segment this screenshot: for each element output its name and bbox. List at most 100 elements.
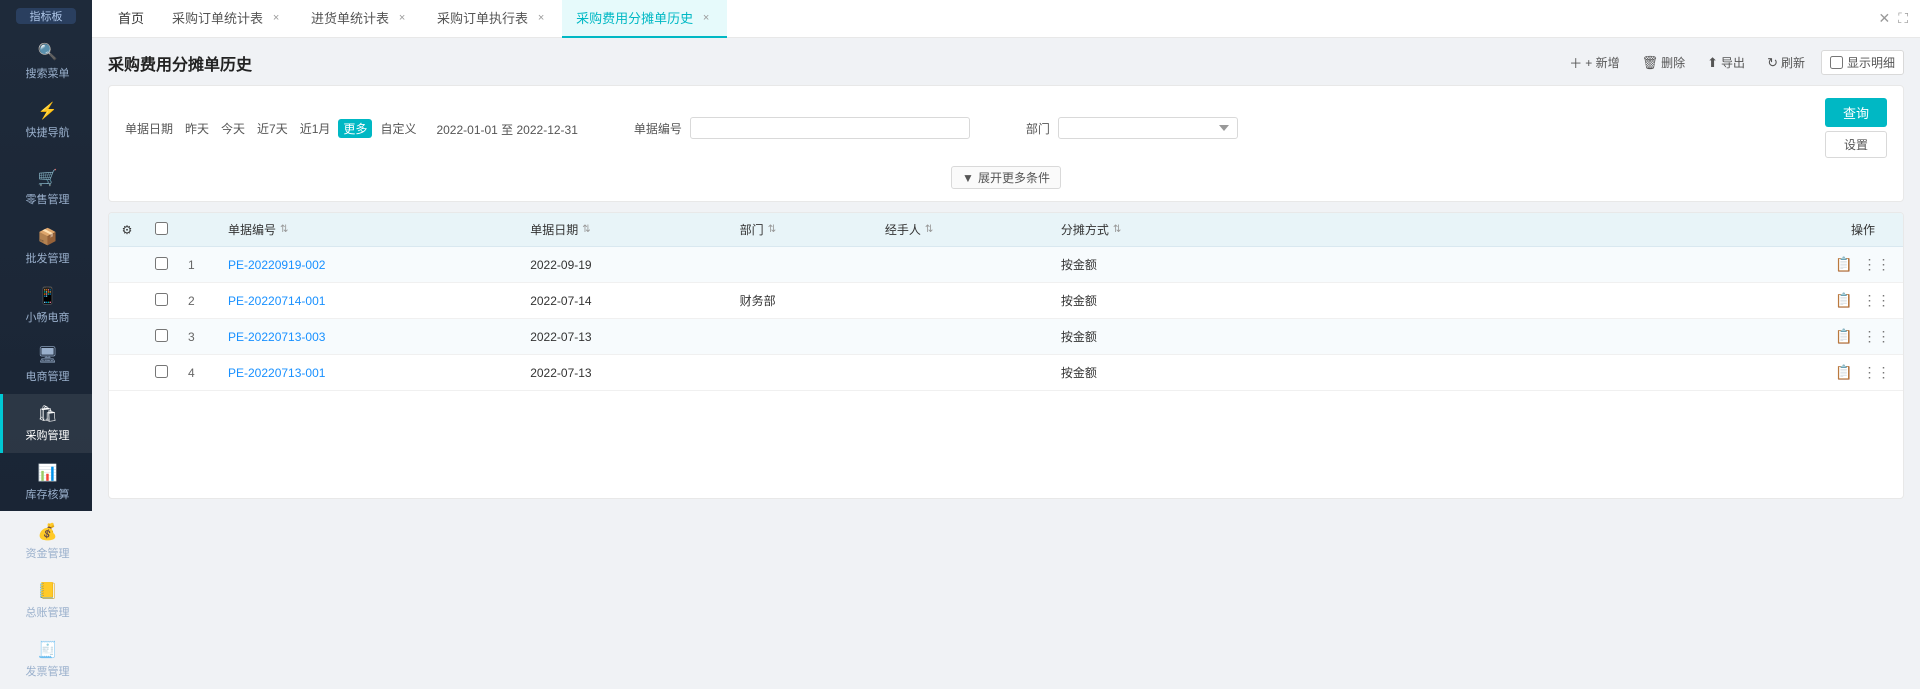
table-row: 4 PE-20220713-001 2022-07-13 按金额 📋 ⋮⋮ bbox=[109, 355, 1903, 391]
add-button[interactable]: ＋ + 新增 bbox=[1563, 50, 1625, 75]
tab-close-purchase-order-stats[interactable]: × bbox=[269, 11, 283, 25]
th-split-method[interactable]: 分摊方式⇅ bbox=[1051, 213, 1823, 247]
row-checkbox-3[interactable] bbox=[155, 365, 168, 378]
date-shortcut-custom[interactable]: 自定义 bbox=[376, 119, 420, 138]
chevron-down-icon: ▼ bbox=[962, 171, 974, 185]
fullscreen-icon[interactable]: ⛶ bbox=[1898, 10, 1908, 27]
th-checkbox bbox=[145, 213, 178, 247]
edit-icon-2[interactable]: 📋 bbox=[1833, 326, 1854, 347]
td-checkbox-0 bbox=[145, 247, 178, 283]
date-shortcut-more[interactable]: 更多 bbox=[338, 119, 372, 138]
sidebar-item-inventory[interactable]: 📊 库存核算 bbox=[0, 453, 92, 512]
more-icon-1[interactable]: ⋮⋮ bbox=[1860, 290, 1892, 311]
edit-icon-1[interactable]: 📋 bbox=[1833, 290, 1854, 311]
query-button[interactable]: 查询 bbox=[1825, 98, 1887, 127]
sidebar-item-ecom[interactable]: 🖥 电商管理 bbox=[0, 335, 92, 394]
date-shortcut-yesterday[interactable]: 昨天 bbox=[181, 119, 213, 138]
th-doc-no[interactable]: 单据编号⇅ bbox=[218, 213, 520, 247]
more-icon-0[interactable]: ⋮⋮ bbox=[1860, 254, 1892, 275]
select-all-checkbox[interactable] bbox=[155, 222, 168, 235]
sidebar-item-purchase[interactable]: 🛍 采购管理 bbox=[0, 394, 92, 453]
row-checkbox-2[interactable] bbox=[155, 329, 168, 342]
sidebar-item-wholesale[interactable]: 📦 批发管理 bbox=[0, 217, 92, 276]
docno-input[interactable] bbox=[690, 117, 970, 139]
export-button[interactable]: ⬆ 导出 bbox=[1701, 51, 1751, 74]
sidebar-item-search[interactable]: 🔍 搜索菜单 bbox=[0, 32, 92, 91]
td-docno-2: PE-20220713-003 bbox=[218, 319, 520, 355]
doc-link-3[interactable]: PE-20220713-001 bbox=[228, 366, 325, 380]
close-all-tabs-icon[interactable]: ✕ bbox=[1878, 10, 1890, 27]
td-handler-1 bbox=[875, 283, 1051, 319]
td-setting-3 bbox=[109, 355, 145, 391]
sidebar-item-mini[interactable]: 📱 小畅电商 bbox=[0, 276, 92, 335]
td-checkbox-3 bbox=[145, 355, 178, 391]
tab-close-purchase-cost[interactable]: × bbox=[699, 11, 713, 25]
expand-row: ▼ 展开更多条件 bbox=[125, 166, 1887, 189]
sidebar-item-ledger[interactable]: 📒 总账管理 bbox=[0, 571, 92, 630]
tab-purchase-order-stats[interactable]: 采购订单统计表 × bbox=[158, 0, 297, 38]
toolbar: ＋ + 新增 🗑 删除 ⬆ 导出 ↻ 刷新 显示明细 bbox=[1563, 50, 1904, 75]
table-header-row: ⚙ 单据编号⇅ 单据日期⇅ 部门⇅ bbox=[109, 213, 1903, 247]
tab-stock-stats[interactable]: 进货单统计表 × bbox=[297, 0, 423, 38]
delete-button[interactable]: 🗑 删除 bbox=[1636, 51, 1692, 74]
docno-label: 单据编号 bbox=[634, 120, 682, 137]
row-checkbox-0[interactable] bbox=[155, 257, 168, 270]
td-dept-0 bbox=[730, 247, 875, 283]
sort-icon-date: ⇅ bbox=[582, 224, 590, 235]
tab-close-purchase-order-exec[interactable]: × bbox=[534, 11, 548, 25]
date-shortcut-today[interactable]: 今天 bbox=[217, 119, 249, 138]
sidebar-item-retail[interactable]: 🛒 零售管理 bbox=[0, 158, 92, 217]
row-checkbox-1[interactable] bbox=[155, 293, 168, 306]
more-icon-3[interactable]: ⋮⋮ bbox=[1860, 362, 1892, 383]
edit-icon-3[interactable]: 📋 bbox=[1833, 362, 1854, 383]
td-date-0: 2022-09-19 bbox=[520, 247, 729, 283]
tab-home[interactable]: 首页 bbox=[104, 0, 158, 38]
refresh-button[interactable]: ↻ 刷新 bbox=[1761, 51, 1811, 74]
sort-icon-split: ⇅ bbox=[1113, 224, 1121, 235]
add-icon: ＋ bbox=[1569, 53, 1582, 72]
show-cols-checkbox[interactable] bbox=[1830, 56, 1843, 69]
doc-link-0[interactable]: PE-20220919-002 bbox=[228, 258, 325, 272]
td-setting-0 bbox=[109, 247, 145, 283]
td-handler-3 bbox=[875, 355, 1051, 391]
content-area: 采购费用分摊单历史 ＋ + 新增 🗑 删除 ⬆ 导出 ↻ 刷新 bbox=[92, 38, 1920, 511]
mini-icon: 📱 bbox=[7, 286, 88, 306]
date-shortcut-7days[interactable]: 近7天 bbox=[253, 119, 292, 138]
td-handler-2 bbox=[875, 319, 1051, 355]
tab-close-stock-stats[interactable]: × bbox=[395, 11, 409, 25]
more-icon-2[interactable]: ⋮⋮ bbox=[1860, 326, 1892, 347]
doc-link-2[interactable]: PE-20220713-003 bbox=[228, 330, 325, 344]
data-table-wrap: ⚙ 单据编号⇅ 单据日期⇅ 部门⇅ bbox=[108, 212, 1904, 499]
search-field-date: 单据日期 昨天 今天 近7天 近1月 更多 自定义 bbox=[125, 119, 420, 138]
th-handler[interactable]: 经手人⇅ bbox=[875, 213, 1051, 247]
td-action-0: 📋 ⋮⋮ bbox=[1823, 247, 1903, 283]
sidebar-item-shortcut[interactable]: ⚡ 快捷导航 bbox=[0, 91, 92, 150]
finance-icon: 💰 bbox=[7, 522, 88, 542]
tab-purchase-cost[interactable]: 采购费用分摊单历史 × bbox=[562, 0, 727, 38]
td-split-2: 按金额 bbox=[1051, 319, 1823, 355]
tab-purchase-order-exec[interactable]: 采购订单执行表 × bbox=[423, 0, 562, 38]
sort-icon-dept: ⇅ bbox=[768, 224, 776, 235]
tabs-actions: ✕ ⛶ bbox=[1878, 10, 1908, 27]
date-shortcuts: 昨天 今天 近7天 近1月 更多 自定义 bbox=[181, 119, 420, 138]
table-row: 1 PE-20220919-002 2022-09-19 按金额 📋 ⋮⋮ bbox=[109, 247, 1903, 283]
show-cols-button[interactable]: 显示明细 bbox=[1821, 50, 1904, 75]
date-shortcut-1month[interactable]: 近1月 bbox=[296, 119, 335, 138]
sidebar-item-invoice[interactable]: 🧾 发票管理 bbox=[0, 630, 92, 689]
th-doc-date[interactable]: 单据日期⇅ bbox=[520, 213, 729, 247]
td-docno-1: PE-20220714-001 bbox=[218, 283, 520, 319]
td-date-1: 2022-07-14 bbox=[520, 283, 729, 319]
export-icon: ⬆ bbox=[1707, 55, 1718, 71]
sidebar-item-finance[interactable]: 💰 资金管理 bbox=[0, 512, 92, 571]
settings-button[interactable]: 设置 bbox=[1825, 131, 1887, 158]
edit-icon-0[interactable]: 📋 bbox=[1833, 254, 1854, 275]
th-setting[interactable]: ⚙ bbox=[109, 213, 145, 247]
td-rownum-3: 4 bbox=[178, 355, 218, 391]
td-split-3: 按金额 bbox=[1051, 355, 1823, 391]
dept-select[interactable]: 财务部 bbox=[1058, 117, 1238, 139]
th-dept[interactable]: 部门⇅ bbox=[730, 213, 875, 247]
data-table: ⚙ 单据编号⇅ 单据日期⇅ 部门⇅ bbox=[109, 213, 1903, 391]
table-row: 2 PE-20220714-001 2022-07-14 财务部 按金额 📋 ⋮… bbox=[109, 283, 1903, 319]
expand-button[interactable]: ▼ 展开更多条件 bbox=[951, 166, 1061, 189]
doc-link-1[interactable]: PE-20220714-001 bbox=[228, 294, 325, 308]
